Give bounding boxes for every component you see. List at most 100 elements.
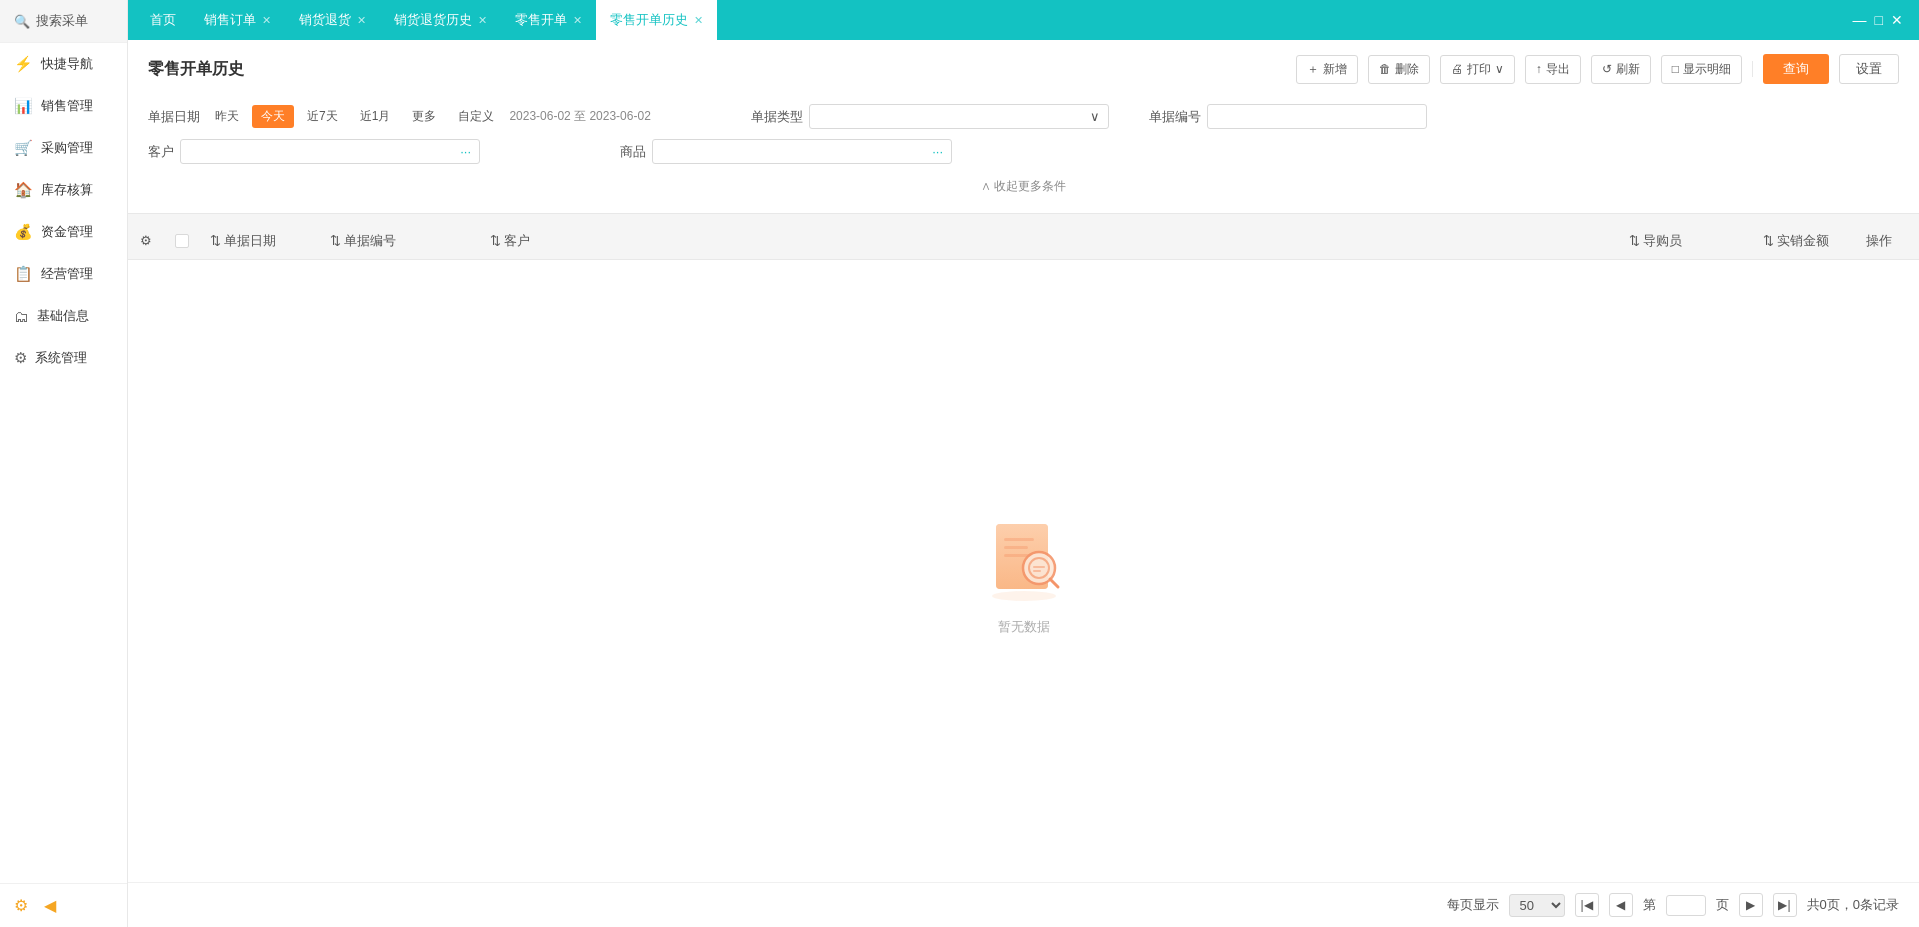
header-checkbox[interactable] xyxy=(175,234,189,248)
date-quick-btns: 昨天 今天 近7天 近1月 更多 自定义 xyxy=(206,105,503,128)
th-check[interactable] xyxy=(164,234,200,248)
print-button[interactable]: 🖨 打印 ∨ xyxy=(1440,55,1515,84)
tab-sales-order-label: 销售订单 xyxy=(204,11,256,29)
sidebar-item-inventory[interactable]: 🏠 库存核算 xyxy=(0,169,127,211)
sidebar-item-label: 采购管理 xyxy=(41,139,93,157)
total-text: 共0页，0条记录 xyxy=(1807,896,1899,914)
bill-type-select[interactable]: ∨ xyxy=(809,104,1109,129)
filter-bill-num: 单据编号 xyxy=(1149,104,1427,129)
display-detail-label: 显示明细 xyxy=(1683,61,1731,78)
sidebar-search[interactable]: 🔍 搜索采单 xyxy=(0,0,127,43)
sidebar-item-finance[interactable]: 💰 资金管理 xyxy=(0,211,127,253)
tab-retail-history[interactable]: 零售开单历史 ✕ xyxy=(596,0,717,40)
sidebar-item-sales-mgmt[interactable]: 📊 销售管理 xyxy=(0,85,127,127)
tab-sales-return-history[interactable]: 销货退货历史 ✕ xyxy=(380,0,501,40)
th-amount: ⇅ 实销金额 xyxy=(1719,232,1839,250)
today-btn[interactable]: 今天 xyxy=(252,105,294,128)
bill-type-label: 单据类型 xyxy=(751,108,803,126)
export-button[interactable]: ↑ 导出 xyxy=(1525,55,1581,84)
collapse-filter-bar[interactable]: ∧ 收起更多条件 xyxy=(148,174,1899,203)
svg-rect-3 xyxy=(1004,538,1034,541)
customer-dots[interactable]: ··· xyxy=(460,144,471,159)
customer-select[interactable]: ··· xyxy=(180,139,480,164)
sidebar-item-label: 经营管理 xyxy=(41,265,93,283)
content-area: 零售开单历史 ＋ 新增 🗑 删除 🖨 打印 ∨ xyxy=(128,40,1919,927)
collapse-sidebar-icon[interactable]: ◀ xyxy=(44,896,56,915)
goods-select[interactable]: ··· xyxy=(652,139,952,164)
tab-retail-history-close[interactable]: ✕ xyxy=(694,14,703,27)
sidebar-item-purchase-mgmt[interactable]: 🛒 采购管理 xyxy=(0,127,127,169)
prev-page-btn[interactable]: ◀ xyxy=(1609,893,1633,917)
add-button[interactable]: ＋ 新增 xyxy=(1296,55,1358,84)
more-date-btn[interactable]: 更多 xyxy=(403,105,445,128)
tab-retail-open-close[interactable]: ✕ xyxy=(573,14,582,27)
tab-sales-return-close[interactable]: ✕ xyxy=(357,14,366,27)
first-page-btn[interactable]: |◀ xyxy=(1575,893,1599,917)
delete-icon: 🗑 xyxy=(1379,62,1391,76)
sidebar-item-label: 基础信息 xyxy=(37,307,89,325)
filter-row-1: 单据日期 昨天 今天 近7天 近1月 更多 自定义 2023-06-02 至 2… xyxy=(148,104,1899,129)
svg-point-0 xyxy=(992,591,1056,601)
close-button[interactable]: ✕ xyxy=(1891,12,1903,28)
minimize-button[interactable]: — xyxy=(1853,12,1867,28)
query-button[interactable]: 查询 xyxy=(1763,54,1829,84)
window-controls: — □ ✕ xyxy=(1853,12,1911,28)
settings-bottom-icon[interactable]: ⚙ xyxy=(14,896,28,915)
th-guide-sort-icon[interactable]: ⇅ xyxy=(1629,233,1640,248)
th-date-sort-icon[interactable]: ⇅ xyxy=(210,233,221,248)
maximize-button[interactable]: □ xyxy=(1875,12,1883,28)
sidebar-item-basic-info[interactable]: 🗂 基础信息 xyxy=(0,295,127,337)
delete-button[interactable]: 🗑 删除 xyxy=(1368,55,1430,84)
last-page-btn[interactable]: ▶| xyxy=(1773,893,1797,917)
table-header: ⚙ ⇅ 单据日期 ⇅ 单据编号 ⇅ 客户 ⇅ 导购员 xyxy=(128,222,1919,260)
per-page-label: 每页显示 xyxy=(1447,896,1499,914)
purchase-mgmt-icon: 🛒 xyxy=(14,139,33,157)
quick-nav-icon: ⚡ xyxy=(14,55,33,73)
per-page-select[interactable]: 50 100 200 xyxy=(1509,894,1565,917)
tab-sales-order[interactable]: 销售订单 ✕ xyxy=(190,0,285,40)
th-amount-sort-icon[interactable]: ⇅ xyxy=(1763,233,1774,248)
inventory-icon: 🏠 xyxy=(14,181,33,199)
svg-rect-9 xyxy=(1033,566,1045,568)
page-num-input[interactable]: 1 xyxy=(1666,895,1706,916)
last7-btn[interactable]: 近7天 xyxy=(298,105,347,128)
last-month-btn[interactable]: 近1月 xyxy=(351,105,400,128)
th-op: 操作 xyxy=(1839,232,1919,250)
tab-home[interactable]: 首页 xyxy=(136,0,190,40)
print-icon: 🖨 xyxy=(1451,62,1463,76)
next-page-btn[interactable]: ▶ xyxy=(1739,893,1763,917)
sidebar-item-operations[interactable]: 📋 经营管理 xyxy=(0,253,127,295)
th-customer-sort-icon[interactable]: ⇅ xyxy=(490,233,501,248)
tab-sales-return-label: 销货退货 xyxy=(299,11,351,29)
sidebar-search-label: 搜索采单 xyxy=(36,12,88,30)
settings-button[interactable]: 设置 xyxy=(1839,54,1899,84)
filter-bill-type: 单据类型 ∨ xyxy=(751,104,1109,129)
yesterday-btn[interactable]: 昨天 xyxy=(206,105,248,128)
tab-sales-return[interactable]: 销货退货 ✕ xyxy=(285,0,380,40)
sidebar-item-quick-nav[interactable]: ⚡ 快捷导航 xyxy=(0,43,127,85)
sidebar-item-sys-mgmt[interactable]: ⚙ 系统管理 xyxy=(0,337,127,379)
goods-dots[interactable]: ··· xyxy=(932,144,943,159)
tab-sales-order-close[interactable]: ✕ xyxy=(262,14,271,27)
display-detail-button[interactable]: □ 显示明细 xyxy=(1661,55,1742,84)
th-guide-label: 导购员 xyxy=(1643,232,1682,250)
tab-retail-open[interactable]: 零售开单 ✕ xyxy=(501,0,596,40)
sidebar: 🔍 搜索采单 ⚡ 快捷导航 📊 销售管理 🛒 采购管理 🏠 库存核算 💰 资金管… xyxy=(0,0,128,927)
sidebar-item-label: 销售管理 xyxy=(41,97,93,115)
th-settings[interactable]: ⚙ xyxy=(128,233,164,248)
custom-date-btn[interactable]: 自定义 xyxy=(449,105,503,128)
refresh-button[interactable]: ↺ 刷新 xyxy=(1591,55,1651,84)
delete-label: 删除 xyxy=(1395,61,1419,78)
th-num-sort-icon[interactable]: ⇅ xyxy=(330,233,341,248)
table-body: 暂无数据 xyxy=(128,260,1919,882)
display-detail-checkbox: □ xyxy=(1672,62,1679,76)
th-customer-label: 客户 xyxy=(504,232,530,250)
export-icon: ↑ xyxy=(1536,62,1542,76)
sidebar-item-label: 系统管理 xyxy=(35,349,87,367)
bill-num-input[interactable] xyxy=(1207,104,1427,129)
bill-num-label: 单据编号 xyxy=(1149,108,1201,126)
th-amount-label: 实销金额 xyxy=(1777,232,1829,250)
svg-rect-4 xyxy=(1004,546,1028,549)
th-customer: ⇅ 客户 xyxy=(480,232,1619,250)
tab-sales-return-history-close[interactable]: ✕ xyxy=(478,14,487,27)
